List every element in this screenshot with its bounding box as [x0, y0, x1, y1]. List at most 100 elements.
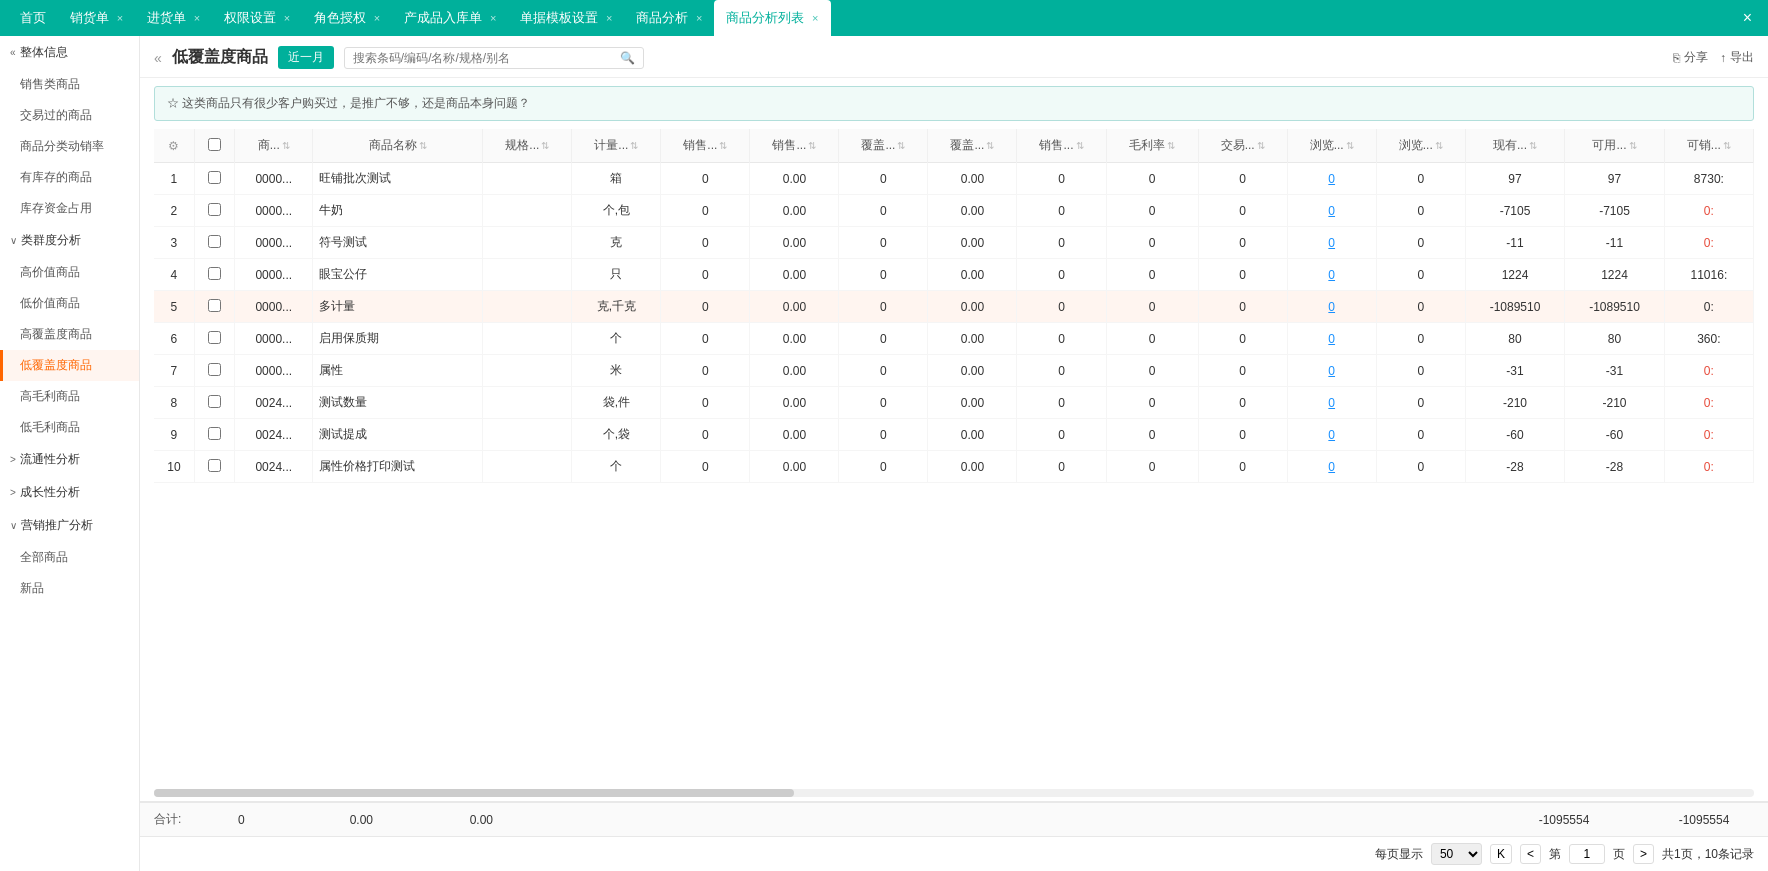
views1-link[interactable]: 0: [1328, 396, 1335, 410]
next-page-button[interactable]: >: [1633, 844, 1654, 864]
settings-icon[interactable]: ⚙: [168, 139, 179, 153]
sidebar-section-overall[interactable]: « 整体信息: [0, 36, 139, 69]
cell-checkbox[interactable]: [194, 227, 235, 259]
sort-views1-icon[interactable]: ⇅: [1346, 140, 1354, 151]
sidebar-collapse-button[interactable]: «: [154, 50, 162, 66]
close-permission-icon[interactable]: ×: [284, 12, 290, 24]
close-template-icon[interactable]: ×: [606, 12, 612, 24]
sidebar-section-cluster[interactable]: ∨ 类群度分析: [0, 224, 139, 257]
close-product-analysis-icon[interactable]: ×: [696, 12, 702, 24]
sidebar-item-new-goods[interactable]: 新品: [0, 573, 139, 604]
row-checkbox[interactable]: [208, 331, 221, 344]
row-checkbox[interactable]: [208, 267, 221, 280]
horizontal-scrollbar[interactable]: [154, 789, 1754, 797]
sort-spec-icon[interactable]: ⇅: [541, 140, 549, 151]
sort-coverage1-icon[interactable]: ⇅: [897, 140, 905, 151]
close-role-icon[interactable]: ×: [374, 12, 380, 24]
sort-code-icon[interactable]: ⇅: [282, 140, 290, 151]
nav-tab-purchase[interactable]: 进货单 ×: [135, 0, 212, 36]
nav-tab-permission[interactable]: 权限设置 ×: [212, 0, 302, 36]
sidebar-item-inventory-capital[interactable]: 库存资金占用: [0, 193, 139, 224]
cell-checkbox[interactable]: [194, 451, 235, 483]
views1-link[interactable]: 0: [1328, 204, 1335, 218]
cell-views1[interactable]: 0: [1287, 323, 1376, 355]
search-icon[interactable]: 🔍: [620, 51, 635, 65]
nav-close-all-button[interactable]: ×: [1735, 9, 1760, 27]
views1-link[interactable]: 0: [1328, 300, 1335, 314]
nav-tab-product-warehouse[interactable]: 产成品入库单 ×: [392, 0, 508, 36]
nav-tab-sales[interactable]: 销货单 ×: [58, 0, 135, 36]
sidebar-item-low-coverage[interactable]: 低覆盖度商品: [0, 350, 139, 381]
cell-views1[interactable]: 0: [1287, 259, 1376, 291]
cell-checkbox[interactable]: [194, 355, 235, 387]
sidebar-item-high-value[interactable]: 高价值商品: [0, 257, 139, 288]
row-checkbox[interactable]: [208, 235, 221, 248]
sort-gross-icon[interactable]: ⇅: [1167, 140, 1175, 151]
sort-sellable-icon[interactable]: ⇅: [1723, 140, 1731, 151]
scrollbar-thumb[interactable]: [154, 789, 794, 797]
sort-views2-icon[interactable]: ⇅: [1435, 140, 1443, 151]
sort-sales3-icon[interactable]: ⇅: [1076, 140, 1084, 151]
page-input[interactable]: [1569, 844, 1605, 864]
sidebar-item-high-coverage[interactable]: 高覆盖度商品: [0, 319, 139, 350]
sidebar-item-low-value[interactable]: 低价值商品: [0, 288, 139, 319]
cell-views1[interactable]: 0: [1287, 163, 1376, 195]
share-button[interactable]: ⎘ 分享: [1673, 49, 1708, 66]
views1-link[interactable]: 0: [1328, 268, 1335, 282]
views1-link[interactable]: 0: [1328, 172, 1335, 186]
per-page-select[interactable]: 50 20 100: [1431, 843, 1482, 865]
cell-checkbox[interactable]: [194, 323, 235, 355]
nav-tab-product-analysis-list[interactable]: 商品分析列表 ×: [714, 0, 830, 36]
sidebar-item-sales-goods[interactable]: 销售类商品: [0, 69, 139, 100]
row-checkbox[interactable]: [208, 203, 221, 216]
views1-link[interactable]: 0: [1328, 364, 1335, 378]
close-product-analysis-list-icon[interactable]: ×: [812, 12, 818, 24]
cell-checkbox[interactable]: [194, 419, 235, 451]
row-checkbox[interactable]: [208, 363, 221, 376]
cell-checkbox[interactable]: [194, 195, 235, 227]
first-page-button[interactable]: K: [1490, 844, 1512, 864]
row-checkbox[interactable]: [208, 299, 221, 312]
sidebar-item-high-gross[interactable]: 高毛利商品: [0, 381, 139, 412]
prev-page-button[interactable]: <: [1520, 844, 1541, 864]
sidebar-item-category-turnover[interactable]: 商品分类动销率: [0, 131, 139, 162]
views1-link[interactable]: 0: [1328, 460, 1335, 474]
cell-views1[interactable]: 0: [1287, 291, 1376, 323]
sidebar-item-stocked-goods[interactable]: 有库存的商品: [0, 162, 139, 193]
views1-link[interactable]: 0: [1328, 332, 1335, 346]
cell-views1[interactable]: 0: [1287, 195, 1376, 227]
sidebar-section-marketing[interactable]: ∨ 营销推广分析: [0, 509, 139, 542]
views1-link[interactable]: 0: [1328, 236, 1335, 250]
export-button[interactable]: ↑ 导出: [1720, 49, 1754, 66]
sort-unit-icon[interactable]: ⇅: [630, 140, 638, 151]
table-container[interactable]: ⚙ 商...⇅ 商品名称⇅ 规格...⇅ 计量...⇅ 销售...⇅ 销售...…: [140, 129, 1768, 785]
sidebar-section-growth[interactable]: > 成长性分析: [0, 476, 139, 509]
row-checkbox[interactable]: [208, 427, 221, 440]
sort-current-stock-icon[interactable]: ⇅: [1529, 140, 1537, 151]
cell-views1[interactable]: 0: [1287, 227, 1376, 259]
row-checkbox[interactable]: [208, 171, 221, 184]
sort-sales-count-icon[interactable]: ⇅: [719, 140, 727, 151]
th-checkbox[interactable]: [194, 129, 235, 163]
views1-link[interactable]: 0: [1328, 428, 1335, 442]
th-settings[interactable]: ⚙: [154, 129, 194, 163]
cell-views1[interactable]: 0: [1287, 355, 1376, 387]
cell-views1[interactable]: 0: [1287, 387, 1376, 419]
close-sales-icon[interactable]: ×: [117, 12, 123, 24]
sort-sales-amount-icon[interactable]: ⇅: [808, 140, 816, 151]
row-checkbox[interactable]: [208, 395, 221, 408]
search-input[interactable]: [353, 51, 616, 65]
sidebar-item-low-gross[interactable]: 低毛利商品: [0, 412, 139, 443]
row-checkbox[interactable]: [208, 459, 221, 472]
cell-checkbox[interactable]: [194, 163, 235, 195]
close-purchase-icon[interactable]: ×: [194, 12, 200, 24]
nav-tab-role[interactable]: 角色授权 ×: [302, 0, 392, 36]
cell-views1[interactable]: 0: [1287, 419, 1376, 451]
sort-name-icon[interactable]: ⇅: [419, 140, 427, 151]
sidebar-item-traded-goods[interactable]: 交易过的商品: [0, 100, 139, 131]
sort-available-stock-icon[interactable]: ⇅: [1629, 140, 1637, 151]
cell-checkbox[interactable]: [194, 387, 235, 419]
close-product-warehouse-icon[interactable]: ×: [490, 12, 496, 24]
sort-transaction-icon[interactable]: ⇅: [1257, 140, 1265, 151]
sidebar-section-circulation[interactable]: > 流通性分析: [0, 443, 139, 476]
